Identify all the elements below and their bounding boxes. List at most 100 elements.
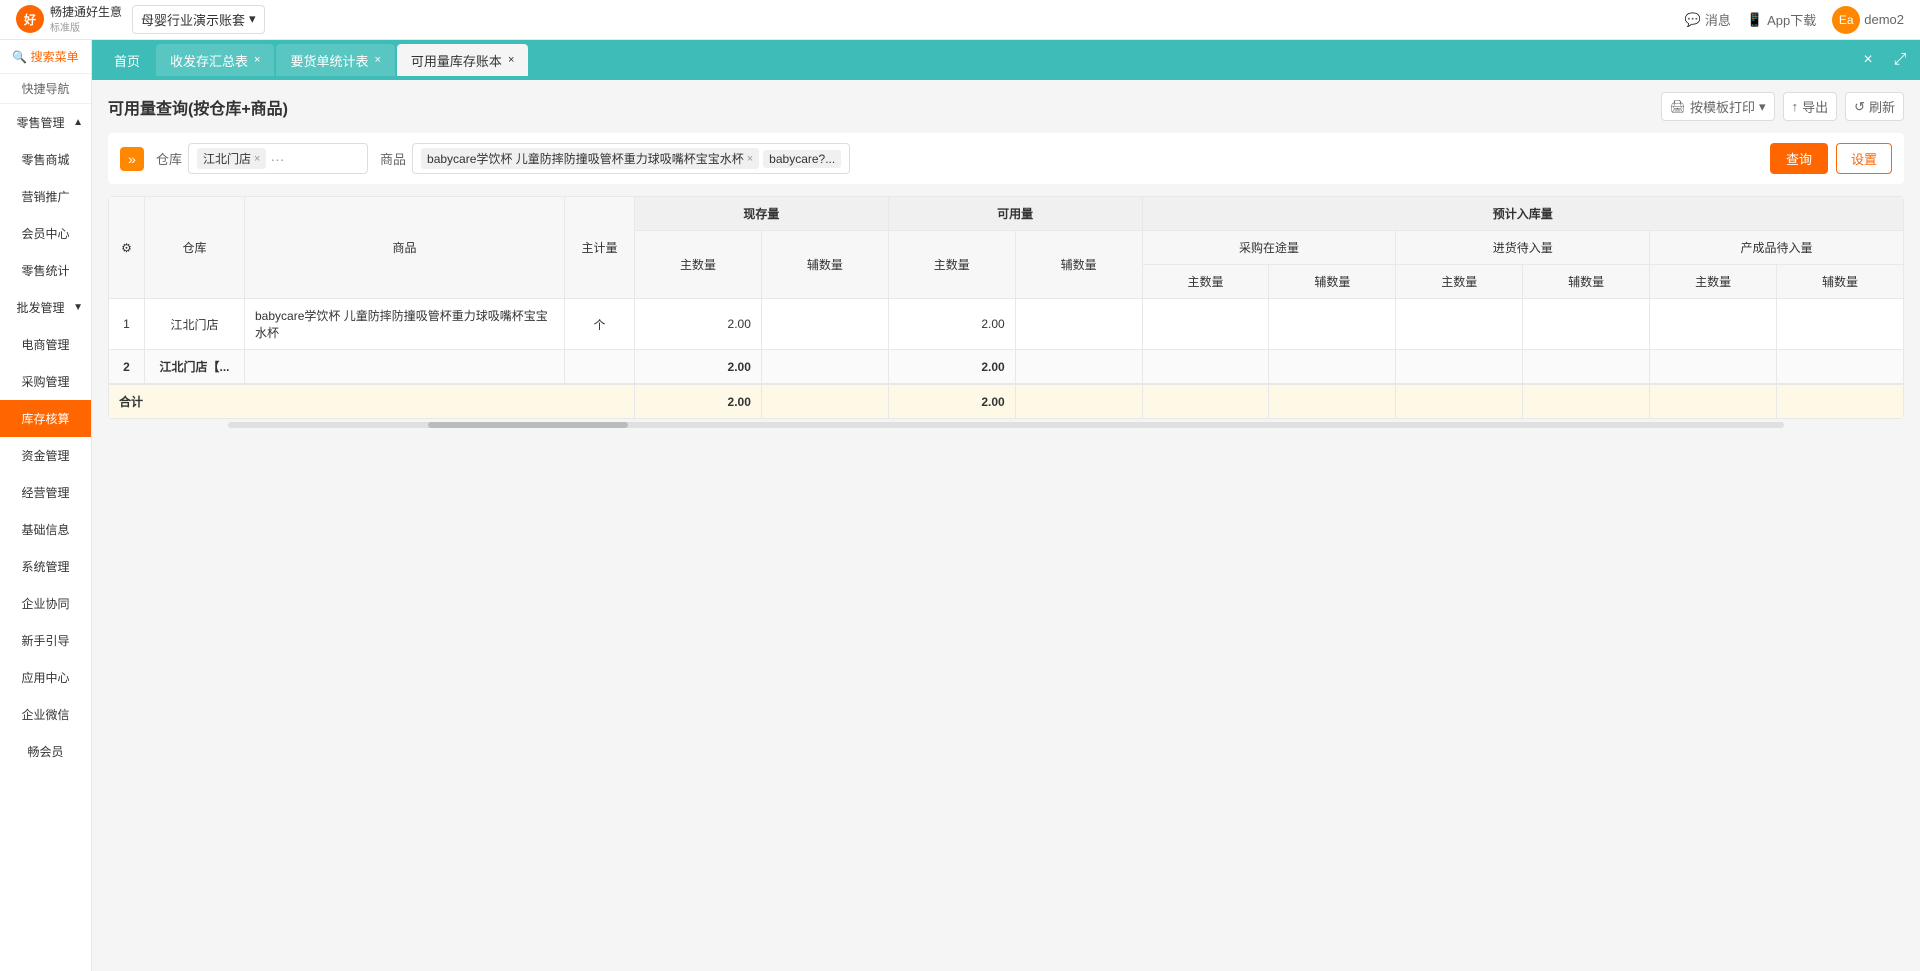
message-button[interactable]: 💬 消息 [1685, 10, 1731, 29]
sidebar-item-app-center[interactable]: 应用中心 [0, 659, 91, 696]
chevron-down-icon-wholesale: ▼ [73, 302, 83, 313]
chevron-icon: ▲ [73, 117, 83, 128]
sidebar-item-retail-mgmt[interactable]: 零售管理 ▲ [0, 104, 91, 141]
sidebar-item-member-center[interactable]: 会员中心 [0, 215, 91, 252]
scrollbar-thumb[interactable] [428, 422, 628, 428]
sidebar-item-purchase-mgmt[interactable]: 采购管理 [0, 363, 91, 400]
refresh-button[interactable]: ↺ 刷新 [1845, 92, 1904, 121]
top-bar: 好 畅捷通好生意 标准版 母婴行业演示账套 ▾ 💬 消息 📱 App下载 Ea … [0, 0, 1920, 40]
col-settings-header[interactable]: ⚙ [109, 197, 145, 299]
filter-warehouse-input[interactable]: 江北门店 × ··· [188, 143, 368, 174]
footer-product-aux [1777, 384, 1904, 419]
refresh-label: 刷新 [1869, 97, 1895, 116]
sidebar-item-basic-info[interactable]: 基础信息 [0, 511, 91, 548]
tab-purchase-stats-close[interactable]: × [374, 54, 380, 66]
filter-warehouse-more[interactable]: ··· [270, 151, 284, 167]
row2-seq: 2 [109, 350, 145, 385]
sidebar-search[interactable]: 🔍 搜索菜单 [0, 40, 91, 74]
row1-inbound-main [1396, 299, 1523, 350]
logo-text-area: 畅捷通好生意 标准版 [50, 5, 122, 34]
user-profile[interactable]: Ea demo2 [1832, 6, 1904, 34]
filter-warehouse-remove[interactable]: × [254, 153, 260, 165]
sidebar-item-retail-stats-label: 零售统计 [8, 262, 83, 279]
row1-stock-main: 2.00 [635, 299, 762, 350]
app-download-button[interactable]: 📱 App下载 [1747, 10, 1816, 29]
row1-available-main: 2.00 [888, 299, 1015, 350]
filter-warehouse-label: 仓库 [156, 149, 182, 168]
tab-available-stock[interactable]: 可用量库存账本 × [397, 44, 528, 76]
page-content: 可用量查询(按仓库+商品) 🖨 按模板打印 ▾ ↑ 导出 ↺ 刷新 [92, 80, 1920, 971]
tab-purchase-stats-label: 要货单统计表 [290, 51, 368, 70]
sidebar-item-enterprise-collab[interactable]: 企业协同 [0, 585, 91, 622]
col-stock-aux-header: 辅数量 [761, 231, 888, 299]
row2-stock-main: 2.00 [635, 350, 762, 385]
sidebar-item-ecommerce-mgmt[interactable]: 电商管理 [0, 326, 91, 363]
username: demo2 [1864, 12, 1904, 27]
industry-selector[interactable]: 母婴行业演示账套 ▾ [132, 5, 265, 34]
filter-product-group: 商品 babycare学饮杯 儿童防摔防撞吸管杯重力球吸嘴杯宝宝水杯 × bab… [380, 143, 850, 174]
col-available-aux-header: 辅数量 [1015, 231, 1142, 299]
scrollbar-track[interactable] [228, 422, 1784, 428]
row1-product-main [1650, 299, 1777, 350]
main-content: 首页 收发存汇总表 × 要货单统计表 × 可用量库存账本 × × ⤢ [92, 40, 1920, 971]
top-bar-left: 好 畅捷通好生意 标准版 母婴行业演示账套 ▾ [16, 5, 265, 34]
export-icon: ↑ [1792, 99, 1799, 114]
chevron-down-icon: ▾ [249, 11, 256, 27]
filter-product-tag1-remove[interactable]: × [747, 153, 753, 165]
tab-bar: 首页 收发存汇总表 × 要货单统计表 × 可用量库存账本 × × ⤢ [92, 40, 1920, 80]
header-actions: 🖨 按模板打印 ▾ ↑ 导出 ↺ 刷新 [1661, 92, 1905, 121]
filter-product-value2: babycare?... [769, 152, 835, 166]
filter-warehouse-tag: 江北门店 × [197, 148, 266, 169]
sidebar-item-marketing-label: 营销推广 [8, 188, 83, 205]
tab-purchase-stats[interactable]: 要货单统计表 × [276, 44, 394, 76]
sidebar-item-retail-mall[interactable]: 零售商城 [0, 141, 91, 178]
export-label: 导出 [1802, 97, 1828, 116]
sidebar-item-enterprise-wechat[interactable]: 企业微信 [0, 696, 91, 733]
sidebar-item-member-center-label: 会员中心 [8, 225, 83, 242]
tab-receive-summary[interactable]: 收发存汇总表 × [156, 44, 274, 76]
table-row: 1 江北门店 babycare学饮杯 儿童防摔防撞吸管杯重力球吸嘴杯宝宝水杯 个… [109, 299, 1904, 350]
sidebar-item-retail-mall-label: 零售商城 [8, 151, 83, 168]
col-stock-main-header: 主数量 [635, 231, 762, 299]
tab-available-stock-close[interactable]: × [508, 54, 514, 66]
export-button[interactable]: ↑ 导出 [1783, 92, 1838, 121]
sidebar-item-system-mgmt[interactable]: 系统管理 [0, 548, 91, 585]
col-product-header: 商品 [245, 197, 565, 299]
sidebar-item-retail-mgmt-label: 零售管理 [8, 114, 73, 131]
filter-toggle-button[interactable]: » [120, 147, 144, 171]
sidebar-item-enterprise-collab-label: 企业协同 [8, 595, 83, 612]
scrollbar-area [108, 419, 1904, 431]
filter-warehouse-value: 江北门店 [203, 150, 251, 167]
sidebar-item-new-guide[interactable]: 新手引导 [0, 622, 91, 659]
settings-button[interactable]: 设置 [1836, 143, 1892, 174]
tab-receive-summary-close[interactable]: × [254, 54, 260, 66]
sidebar-item-retail-stats[interactable]: 零售统计 [0, 252, 91, 289]
sidebar-item-operation-mgmt[interactable]: 经营管理 [0, 474, 91, 511]
query-button[interactable]: 查询 [1770, 143, 1828, 174]
sidebar-item-wholesale-mgmt[interactable]: 批发管理 ▼ [0, 289, 91, 326]
footer-available-main: 2.00 [888, 384, 1015, 419]
tab-home[interactable]: 首页 [100, 44, 154, 76]
sidebar-item-vip-member[interactable]: 畅会员 [0, 733, 91, 770]
row2-inbound-main [1396, 350, 1523, 385]
inventory-table: ⚙ 仓库 商品 主计量 现存量 [108, 196, 1904, 419]
col-unit-header: 主计量 [565, 197, 635, 299]
sidebar-item-inventory-check[interactable]: 库存核算 [0, 400, 91, 437]
row1-warehouse: 江北门店 [145, 299, 245, 350]
template-print-button[interactable]: 🖨 按模板打印 ▾ [1661, 92, 1775, 121]
row1-product: babycare学饮杯 儿童防摔防撞吸管杯重力球吸嘴杯宝宝水杯 [245, 299, 565, 350]
sidebar-item-new-guide-label: 新手引导 [8, 632, 83, 649]
filter-product-input[interactable]: babycare学饮杯 儿童防摔防撞吸管杯重力球吸嘴杯宝宝水杯 × babyca… [412, 143, 850, 174]
app-download-label: App下载 [1767, 10, 1816, 29]
tab-close-all-button[interactable]: × [1856, 48, 1880, 72]
sidebar-item-finance-mgmt[interactable]: 资金管理 [0, 437, 91, 474]
col-inbound-main-header: 主数量 [1396, 265, 1523, 299]
sidebar-quick-nav[interactable]: 快捷导航 [0, 74, 91, 104]
sidebar: 🔍 搜索菜单 快捷导航 零售管理 ▲ 零售商城 营销推广 会员中心 零售统计 批… [0, 40, 92, 971]
template-print-label: 按模板打印 [1690, 97, 1755, 116]
tab-maximize-button[interactable]: ⤢ [1888, 48, 1912, 72]
sidebar-quick-nav-label: 快捷导航 [21, 82, 69, 96]
row2-stock-aux [761, 350, 888, 385]
mobile-icon: 📱 [1747, 12, 1763, 28]
sidebar-item-marketing[interactable]: 营销推广 [0, 178, 91, 215]
